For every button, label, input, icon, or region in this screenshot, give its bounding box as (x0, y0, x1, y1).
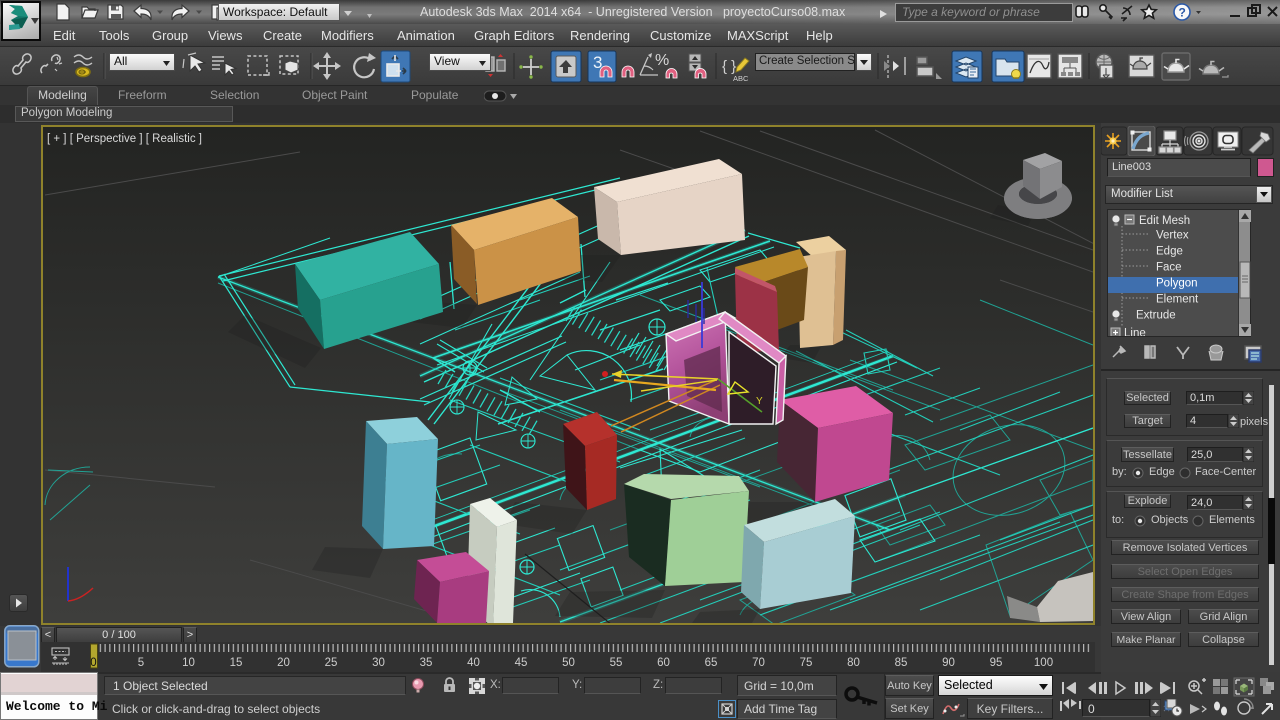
svg-text:Edge: Edge (1156, 246, 1183, 258)
svg-text:65: 65 (705, 657, 718, 669)
svg-text:100: 100 (1034, 657, 1053, 669)
svg-text:Edit Mesh: Edit Mesh (1139, 215, 1190, 227)
svg-text:Line: Line (1124, 328, 1146, 337)
svg-text:10: 10 (182, 657, 195, 669)
svg-text:%: % (655, 52, 669, 69)
svg-text:ABC: ABC (733, 74, 749, 83)
svg-text:90: 90 (942, 657, 955, 669)
svg-text:[ + ] [ Perspective ] [ Realis: [ + ] [ Perspective ] [ Realistic ] (47, 133, 202, 145)
svg-text:45: 45 (515, 657, 528, 669)
svg-text:95: 95 (990, 657, 1003, 669)
svg-text:Polygon: Polygon (1156, 278, 1198, 290)
svg-text:Face: Face (1156, 262, 1182, 274)
svg-text:70: 70 (752, 657, 765, 669)
svg-text:5: 5 (138, 657, 144, 669)
svg-text:{ }: { } (722, 58, 736, 75)
svg-text:30: 30 (372, 657, 385, 669)
svg-text:35: 35 (420, 657, 433, 669)
svg-text:40: 40 (467, 657, 480, 669)
svg-text:80: 80 (847, 657, 860, 669)
svg-text:85: 85 (895, 657, 908, 669)
svg-text:15: 15 (230, 657, 243, 669)
svg-text:20: 20 (277, 657, 290, 669)
svg-text:0: 0 (90, 657, 96, 669)
svg-text:Extrude: Extrude (1136, 310, 1176, 322)
svg-text:55: 55 (610, 657, 623, 669)
svg-text:Element: Element (1156, 294, 1199, 306)
svg-text:Vertex: Vertex (1156, 230, 1189, 242)
svg-text:50: 50 (562, 657, 575, 669)
svg-text:25: 25 (325, 657, 338, 669)
svg-text:75: 75 (800, 657, 813, 669)
svg-text:?: ? (1179, 6, 1186, 20)
svg-text:60: 60 (657, 657, 670, 669)
svg-text:Y: Y (756, 396, 763, 407)
